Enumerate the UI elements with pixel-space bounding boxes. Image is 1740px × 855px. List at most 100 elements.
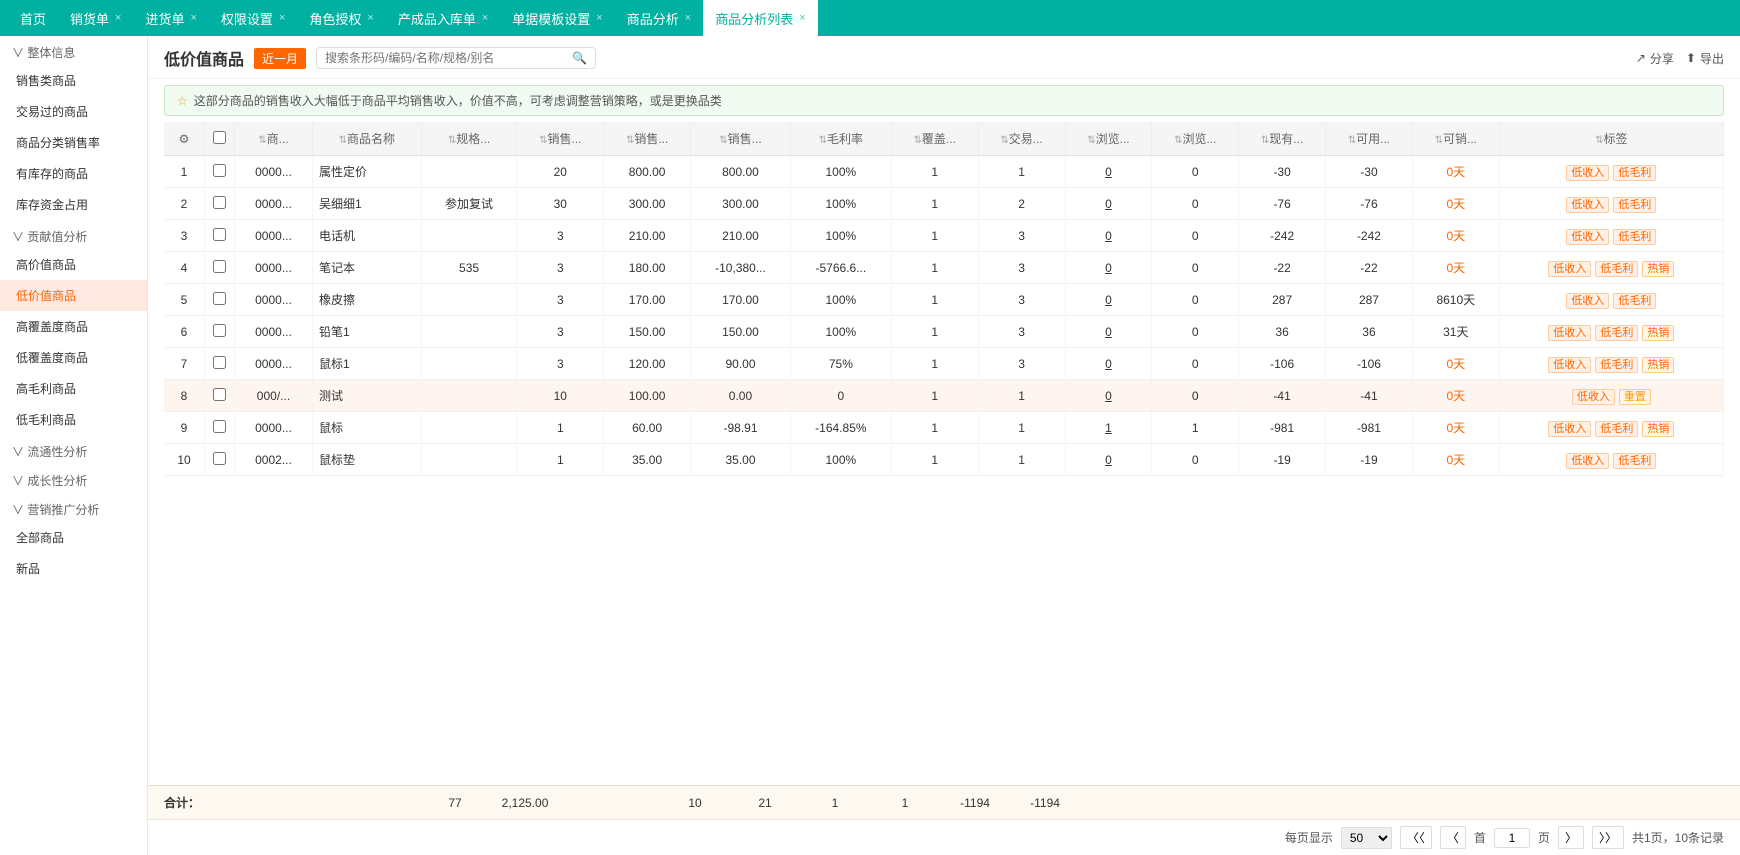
sort-icon: ⇅ xyxy=(339,135,347,146)
row-checkbox[interactable] xyxy=(213,228,226,241)
first-page-btn[interactable]: 〈〈 xyxy=(1400,826,1432,849)
close-icon[interactable]: × xyxy=(482,12,488,24)
tag-hot: 热销 xyxy=(1642,421,1674,437)
col-transaction[interactable]: ⇅交易... xyxy=(978,122,1065,156)
col-code[interactable]: ⇅商... xyxy=(235,122,313,156)
row-view1[interactable]: 0 xyxy=(1065,156,1152,188)
row-checkbox-cell[interactable] xyxy=(205,252,235,284)
close-icon[interactable]: × xyxy=(799,12,805,24)
row-view1[interactable]: 0 xyxy=(1065,284,1152,316)
close-icon[interactable]: × xyxy=(367,12,373,24)
nav-item-产成品入库单[interactable]: 产成品入库单× xyxy=(386,0,500,36)
sidebar-group-流通性分析[interactable]: ∨ 流通性分析 xyxy=(0,435,147,464)
close-icon[interactable]: × xyxy=(115,12,121,24)
row-checkbox-cell[interactable] xyxy=(205,348,235,380)
sidebar-item-低覆盖度商品[interactable]: 低覆盖度商品 xyxy=(0,342,147,373)
row-view1[interactable]: 0 xyxy=(1065,188,1152,220)
nav-item-角色授权[interactable]: 角色授权× xyxy=(297,0,385,36)
col-margin[interactable]: ⇅毛利率 xyxy=(790,122,891,156)
row-checkbox-cell[interactable] xyxy=(205,380,235,412)
row-checkbox[interactable] xyxy=(213,420,226,433)
sidebar-item-高价值商品[interactable]: 高价值商品 xyxy=(0,249,147,280)
sidebar-item-交易过的商品[interactable]: 交易过的商品 xyxy=(0,96,147,127)
row-view1[interactable]: 0 xyxy=(1065,348,1152,380)
row-checkbox-cell[interactable] xyxy=(205,412,235,444)
row-checkbox[interactable] xyxy=(213,388,226,401)
row-view1[interactable]: 1 xyxy=(1065,412,1152,444)
row-checkbox[interactable] xyxy=(213,324,226,337)
sidebar-group-整体信息[interactable]: ∨ 整体信息 xyxy=(0,36,147,65)
prev-page-btn[interactable]: 〈 xyxy=(1440,826,1466,849)
nav-item-首页[interactable]: 首页 xyxy=(8,0,58,36)
nav-item-权限设置[interactable]: 权限设置× xyxy=(209,0,297,36)
row-view1[interactable]: 0 xyxy=(1065,252,1152,284)
col-checkbox[interactable] xyxy=(205,122,235,156)
page-size-select[interactable]: 50 100 200 xyxy=(1341,827,1392,849)
share-button[interactable]: ↗ 分享 xyxy=(1636,50,1674,67)
col-settings[interactable]: ⚙ xyxy=(164,122,205,156)
col-name[interactable]: ⇅商品名称 xyxy=(312,122,421,156)
col-current[interactable]: ⇅现有... xyxy=(1239,122,1326,156)
time-tag-btn[interactable]: 近一月 xyxy=(254,48,306,69)
row-checkbox[interactable] xyxy=(213,196,226,209)
sidebar-item-库存资金占用[interactable]: 库存资金占用 xyxy=(0,189,147,220)
nav-item-商品分析列表[interactable]: 商品分析列表× xyxy=(703,0,817,36)
sidebar-item-高毛利商品[interactable]: 高毛利商品 xyxy=(0,373,147,404)
sidebar-group-贡献值分析[interactable]: ∨ 贡献值分析 xyxy=(0,220,147,249)
table-row: 8000/...测试10100.000.0001100-41-410天低收入重置 xyxy=(164,380,1724,412)
col-available[interactable]: ⇅可用... xyxy=(1326,122,1413,156)
nav-item-单据模板设置[interactable]: 单据模板设置× xyxy=(500,0,614,36)
export-button[interactable]: ⬆ 导出 xyxy=(1686,50,1724,67)
close-icon[interactable]: × xyxy=(190,12,196,24)
row-checkbox[interactable] xyxy=(213,292,226,305)
col-spec[interactable]: ⇅规格... xyxy=(421,122,517,156)
col-tags[interactable]: ⇅标签 xyxy=(1499,122,1723,156)
row-view1[interactable]: 0 xyxy=(1065,444,1152,476)
search-icon[interactable]: 🔍 xyxy=(572,51,587,65)
row-checkbox[interactable] xyxy=(213,164,226,177)
sidebar-item-低价值商品[interactable]: 低价值商品 xyxy=(0,280,147,311)
sidebar-item-商品分类销售率[interactable]: 商品分类销售率 xyxy=(0,127,147,158)
col-sales_price[interactable]: ⇅销售... xyxy=(604,122,691,156)
nav-item-进货单[interactable]: 进货单× xyxy=(133,0,208,36)
row-checkbox-cell[interactable] xyxy=(205,220,235,252)
page-number-input[interactable] xyxy=(1494,828,1530,848)
row-checkbox-cell[interactable] xyxy=(205,188,235,220)
row-checkbox[interactable] xyxy=(213,452,226,465)
sidebar-item-高覆盖度商品[interactable]: 高覆盖度商品 xyxy=(0,311,147,342)
sidebar-group-营销推广分析[interactable]: ∨ 营销推广分析 xyxy=(0,493,147,522)
row-checkbox[interactable] xyxy=(213,356,226,369)
row-view1[interactable]: 0 xyxy=(1065,380,1152,412)
search-input[interactable] xyxy=(325,51,568,65)
next-page-btn[interactable]: 〉 xyxy=(1558,826,1584,849)
row-checkbox[interactable] xyxy=(213,260,226,273)
col-sales_amount[interactable]: ⇅销售... xyxy=(691,122,791,156)
row-checkbox-cell[interactable] xyxy=(205,316,235,348)
col-view2[interactable]: ⇅浏览... xyxy=(1152,122,1239,156)
table-container[interactable]: ⚙⇅商...⇅商品名称⇅规格...⇅销售...⇅销售...⇅销售...⇅毛利率⇅… xyxy=(148,122,1740,785)
settings-icon[interactable]: ⚙ xyxy=(179,132,190,146)
close-icon[interactable]: × xyxy=(685,12,691,24)
select-all-checkbox[interactable] xyxy=(213,131,226,144)
row-checkbox-cell[interactable] xyxy=(205,156,235,188)
last-page-btn[interactable]: 〉〉 xyxy=(1592,826,1624,849)
nav-item-商品分析[interactable]: 商品分析× xyxy=(615,0,703,36)
col-coverage[interactable]: ⇅覆盖... xyxy=(891,122,978,156)
sidebar-item-全部商品[interactable]: 全部商品 xyxy=(0,522,147,553)
col-sales_qty[interactable]: ⇅销售... xyxy=(517,122,604,156)
row-view1[interactable]: 0 xyxy=(1065,316,1152,348)
col-sellable[interactable]: ⇅可销... xyxy=(1412,122,1499,156)
nav-item-销货单[interactable]: 销货单× xyxy=(58,0,133,36)
col-view1[interactable]: ⇅浏览... xyxy=(1065,122,1152,156)
close-icon[interactable]: × xyxy=(279,12,285,24)
close-icon[interactable]: × xyxy=(596,12,602,24)
sidebar-item-销售类商品[interactable]: 销售类商品 xyxy=(0,65,147,96)
sidebar-item-新品[interactable]: 新品 xyxy=(0,553,147,584)
row-view1[interactable]: 0 xyxy=(1065,220,1152,252)
sidebar-group-成长性分析[interactable]: ∨ 成长性分析 xyxy=(0,464,147,493)
row-checkbox-cell[interactable] xyxy=(205,284,235,316)
sidebar-item-低毛利商品[interactable]: 低毛利商品 xyxy=(0,404,147,435)
table-row: 50000...橡皮擦3170.00170.00100%130028728786… xyxy=(164,284,1724,316)
row-checkbox-cell[interactable] xyxy=(205,444,235,476)
sidebar-item-有库存的商品[interactable]: 有库存的商品 xyxy=(0,158,147,189)
